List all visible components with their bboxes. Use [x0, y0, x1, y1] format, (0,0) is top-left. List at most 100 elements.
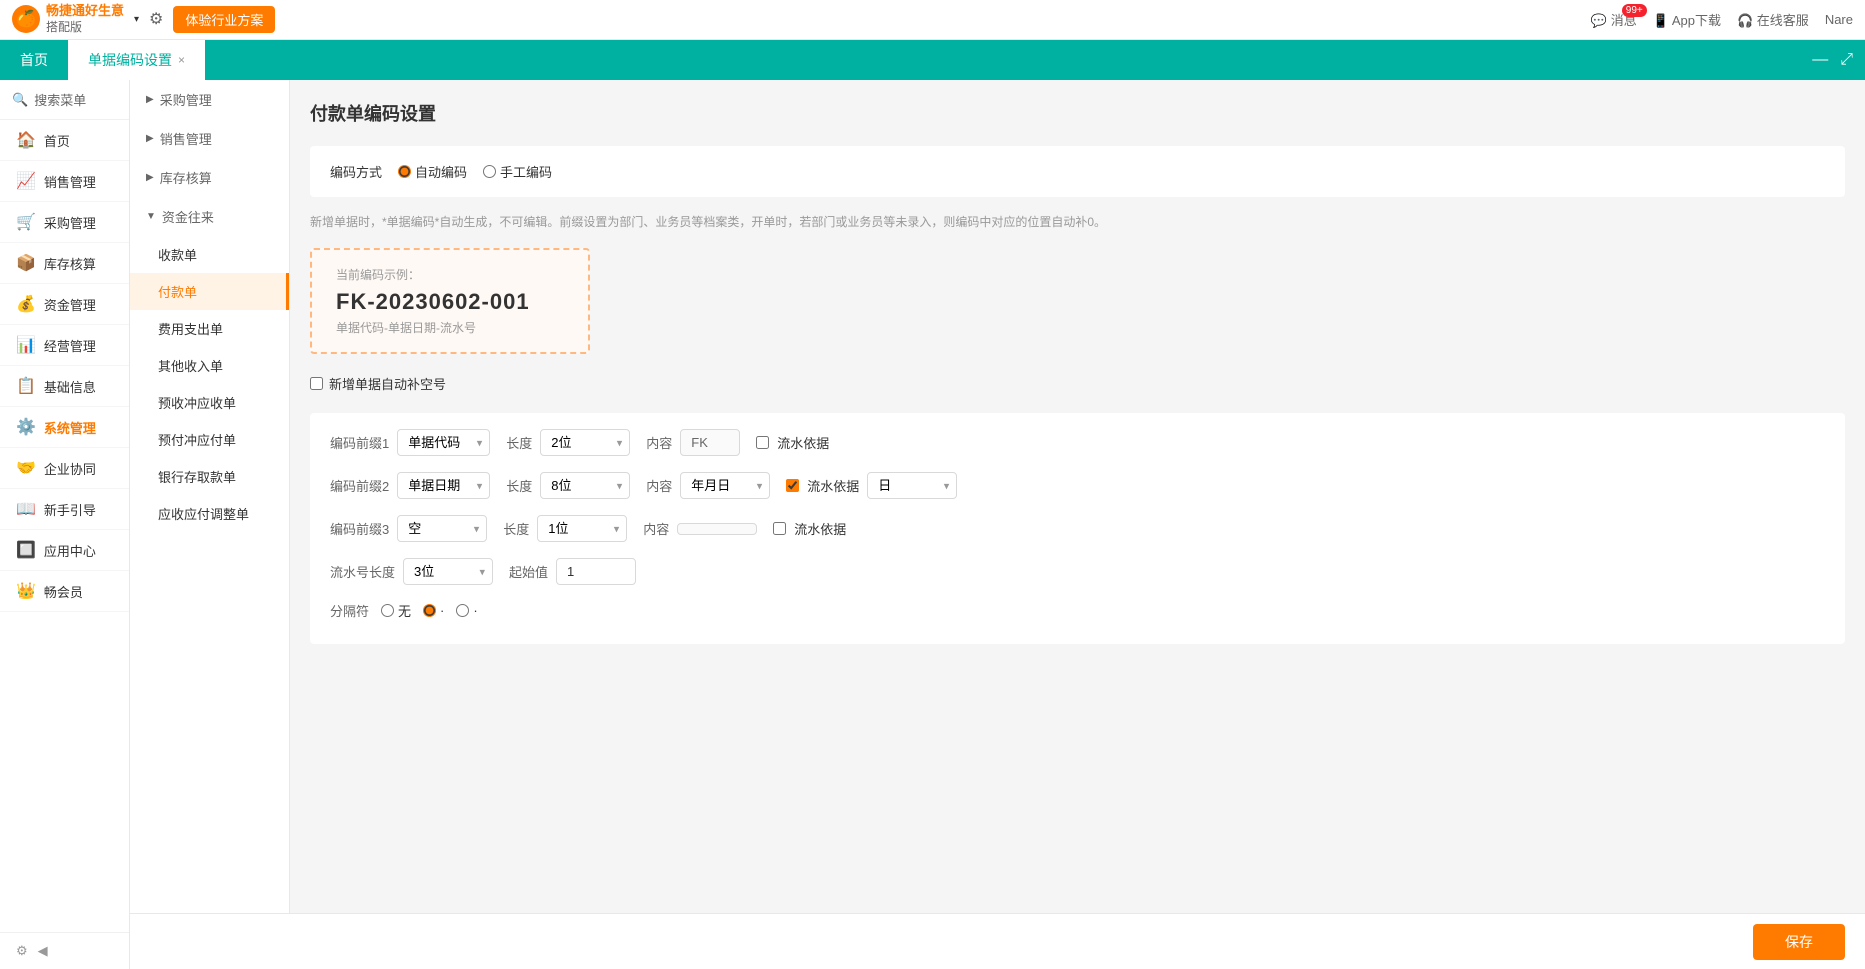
length2-select[interactable]: 6位 7位 8位 9位 [540, 472, 630, 499]
code-preview-box: 当前编码示例： FK-20230602-001 单据代码-单据日期-流水号 [310, 248, 590, 354]
separator-dot2[interactable]: · [456, 603, 477, 618]
prefix3-select[interactable]: 空 [397, 515, 487, 542]
day-select-wrapper[interactable]: 日 月 年 [867, 472, 957, 499]
sidebar-collapse-icon[interactable]: ◀ [38, 943, 48, 959]
save-button[interactable]: 保存 [1753, 924, 1845, 960]
tab-close-icon[interactable]: × [178, 53, 185, 67]
sidebar-item-operations[interactable]: 📊 经营管理 [0, 325, 129, 366]
start-value-label: 起始值 [509, 562, 548, 581]
brand: 🍊 畅捷通好生意 搭配版 [12, 3, 124, 35]
sidebar-item-basic[interactable]: 📋 基础信息 [0, 366, 129, 407]
prefix3-field: 编码前缀3 空 [330, 515, 487, 542]
serial-row: 流水号长度 1位 2位 3位 4位 起始值 [310, 558, 1845, 585]
sub-group-purchase[interactable]: ▶ 采购管理 [130, 80, 289, 119]
trial-button[interactable]: 体验行业方案 [173, 6, 275, 33]
radio-auto-encode[interactable]: 自动编码 [398, 162, 467, 181]
serial-length-select[interactable]: 1位 2位 3位 4位 [403, 558, 493, 585]
separator-none-radio[interactable] [381, 604, 394, 617]
sub-item-adjust[interactable]: 应收应付调整单 [130, 495, 289, 532]
sidebar-settings-icon[interactable]: ⚙ [16, 943, 28, 959]
prefix2-select[interactable]: 单据日期 操作日期 [397, 472, 490, 499]
sidebar-item-inventory[interactable]: 📦 库存核算 [0, 243, 129, 284]
sub-item-payment[interactable]: 付款单 [130, 273, 289, 310]
serial3-label[interactable]: 流水依据 [794, 519, 846, 538]
manual-encode-radio[interactable] [483, 165, 496, 178]
prefix2-select-wrapper[interactable]: 单据日期 操作日期 [397, 472, 490, 499]
serial3-checkbox[interactable] [773, 522, 786, 535]
content2-select-wrapper[interactable]: 年月日 年月 年 [680, 472, 770, 499]
serial-length-select-wrapper[interactable]: 1位 2位 3位 4位 [403, 558, 493, 585]
content1-value: FK [680, 429, 740, 456]
finance-icon: 💰 [16, 294, 36, 314]
day-select[interactable]: 日 月 年 [867, 472, 957, 499]
serial2-label[interactable]: 流水依据 [807, 476, 859, 495]
start-value-input[interactable] [556, 558, 636, 585]
sub-item-receipt[interactable]: 收款单 [130, 236, 289, 273]
app-download[interactable]: 📱 App下载 [1653, 10, 1721, 29]
serial1-label[interactable]: 流水依据 [777, 433, 829, 452]
sub-group-inventory[interactable]: ▶ 库存核算 [130, 158, 289, 197]
messages-area[interactable]: 💬 消息 99+ [1591, 10, 1637, 29]
serial2-checkbox[interactable] [786, 479, 799, 492]
search-inner[interactable]: 🔍 搜索菜单 [12, 90, 117, 109]
system-icon: ⚙️ [16, 417, 36, 437]
auto-fill-checkbox[interactable] [310, 377, 323, 390]
funds-arrow-icon: ▼ [146, 211, 156, 222]
prefix1-select-wrapper[interactable]: 单据代码 部门 业务员 [397, 429, 490, 456]
minimize-icon[interactable]: — [1812, 51, 1828, 69]
top-bar: 🍊 畅捷通好生意 搭配版 ▾ ⚙ 体验行业方案 💬 消息 99+ 📱 App下载… [0, 0, 1865, 40]
sub-group-funds[interactable]: ▼ 资金往来 [130, 197, 289, 236]
serial1-checkbox[interactable] [756, 436, 769, 449]
sub-item-other-income[interactable]: 其他收入单 [130, 347, 289, 384]
separator-dot2-radio[interactable] [456, 604, 469, 617]
sidebar-item-home[interactable]: 🏠 首页 [0, 120, 129, 161]
auto-encode-radio[interactable] [398, 165, 411, 178]
auto-fill-label[interactable]: 新增单据自动补空号 [329, 374, 446, 393]
user-info[interactable]: Nare [1825, 12, 1853, 27]
sidebar-item-cooperation[interactable]: 🤝 企业协同 [0, 448, 129, 489]
prefix2-field: 编码前缀2 单据日期 操作日期 [330, 472, 490, 499]
sidebar-item-sales[interactable]: 📈 销售管理 [0, 161, 129, 202]
brand-title: 畅捷通好生意 [46, 3, 124, 20]
sidebar-item-newguide[interactable]: 📖 新手引导 [0, 489, 129, 530]
sales-icon: 📈 [16, 171, 36, 191]
sidebar-item-finance[interactable]: 💰 资金管理 [0, 284, 129, 325]
sidebar-item-apps[interactable]: 🔲 应用中心 [0, 530, 129, 571]
separator-dot[interactable]: · [423, 603, 444, 618]
sub-item-expense[interactable]: 费用支出单 [130, 310, 289, 347]
sidebar-bottom: ⚙ ◀ [0, 932, 129, 969]
prefix3-select-wrapper[interactable]: 空 [397, 515, 487, 542]
search-icon: 🔍 [12, 92, 28, 108]
info-text: 新增单据时，*单据编码*自动生成，不可编辑。前缀设置为部门、业务员等档案类，开单… [310, 213, 1845, 232]
separator-row: 分隔符 无 · · [310, 601, 1845, 636]
length1-field: 长度 1位 2位 3位 [506, 429, 630, 456]
sub-item-pre-collect[interactable]: 预收冲应收单 [130, 384, 289, 421]
separator-none[interactable]: 无 [381, 601, 411, 620]
settings-icon[interactable]: ⚙ [149, 9, 163, 29]
tab-home[interactable]: 首页 [0, 40, 68, 80]
length3-select[interactable]: 1位 2位 [537, 515, 627, 542]
online-service[interactable]: 🎧 在线客服 [1737, 10, 1809, 29]
prefix1-select[interactable]: 单据代码 部门 业务员 [397, 429, 490, 456]
download-icon: 📱 [1653, 13, 1669, 28]
config-row-2: 编码前缀2 单据日期 操作日期 长度 6位 7位 8位 [310, 472, 1845, 499]
radio-manual-encode[interactable]: 手工编码 [483, 162, 552, 181]
sidebar-item-member[interactable]: 👑 畅会员 [0, 571, 129, 612]
sidebar-item-purchase[interactable]: 🛒 采购管理 [0, 202, 129, 243]
sub-item-bank[interactable]: 银行存取款单 [130, 458, 289, 495]
sub-item-pre-pay[interactable]: 预付冲应付单 [130, 421, 289, 458]
content2-select[interactable]: 年月日 年月 年 [680, 472, 770, 499]
top-bar-dropdown[interactable]: ▾ [134, 14, 139, 25]
sidebar-item-system[interactable]: ⚙️ 系统管理 [0, 407, 129, 448]
length1-select-wrapper[interactable]: 1位 2位 3位 [540, 429, 630, 456]
sidebar-search[interactable]: 🔍 搜索菜单 [0, 80, 129, 120]
tab-doc-encoding[interactable]: 单据编码设置 × [68, 40, 205, 80]
top-bar-left: 🍊 畅捷通好生意 搭配版 ▾ ⚙ 体验行业方案 [12, 3, 275, 35]
sub-group-sales[interactable]: ▶ 销售管理 [130, 119, 289, 158]
length1-select[interactable]: 1位 2位 3位 [540, 429, 630, 456]
length2-select-wrapper[interactable]: 6位 7位 8位 9位 [540, 472, 630, 499]
separator-dot-radio[interactable] [423, 604, 436, 617]
length3-select-wrapper[interactable]: 1位 2位 [537, 515, 627, 542]
messages-icon: 💬 [1591, 13, 1607, 28]
expand-icon[interactable]: ⤢ [1840, 51, 1853, 69]
